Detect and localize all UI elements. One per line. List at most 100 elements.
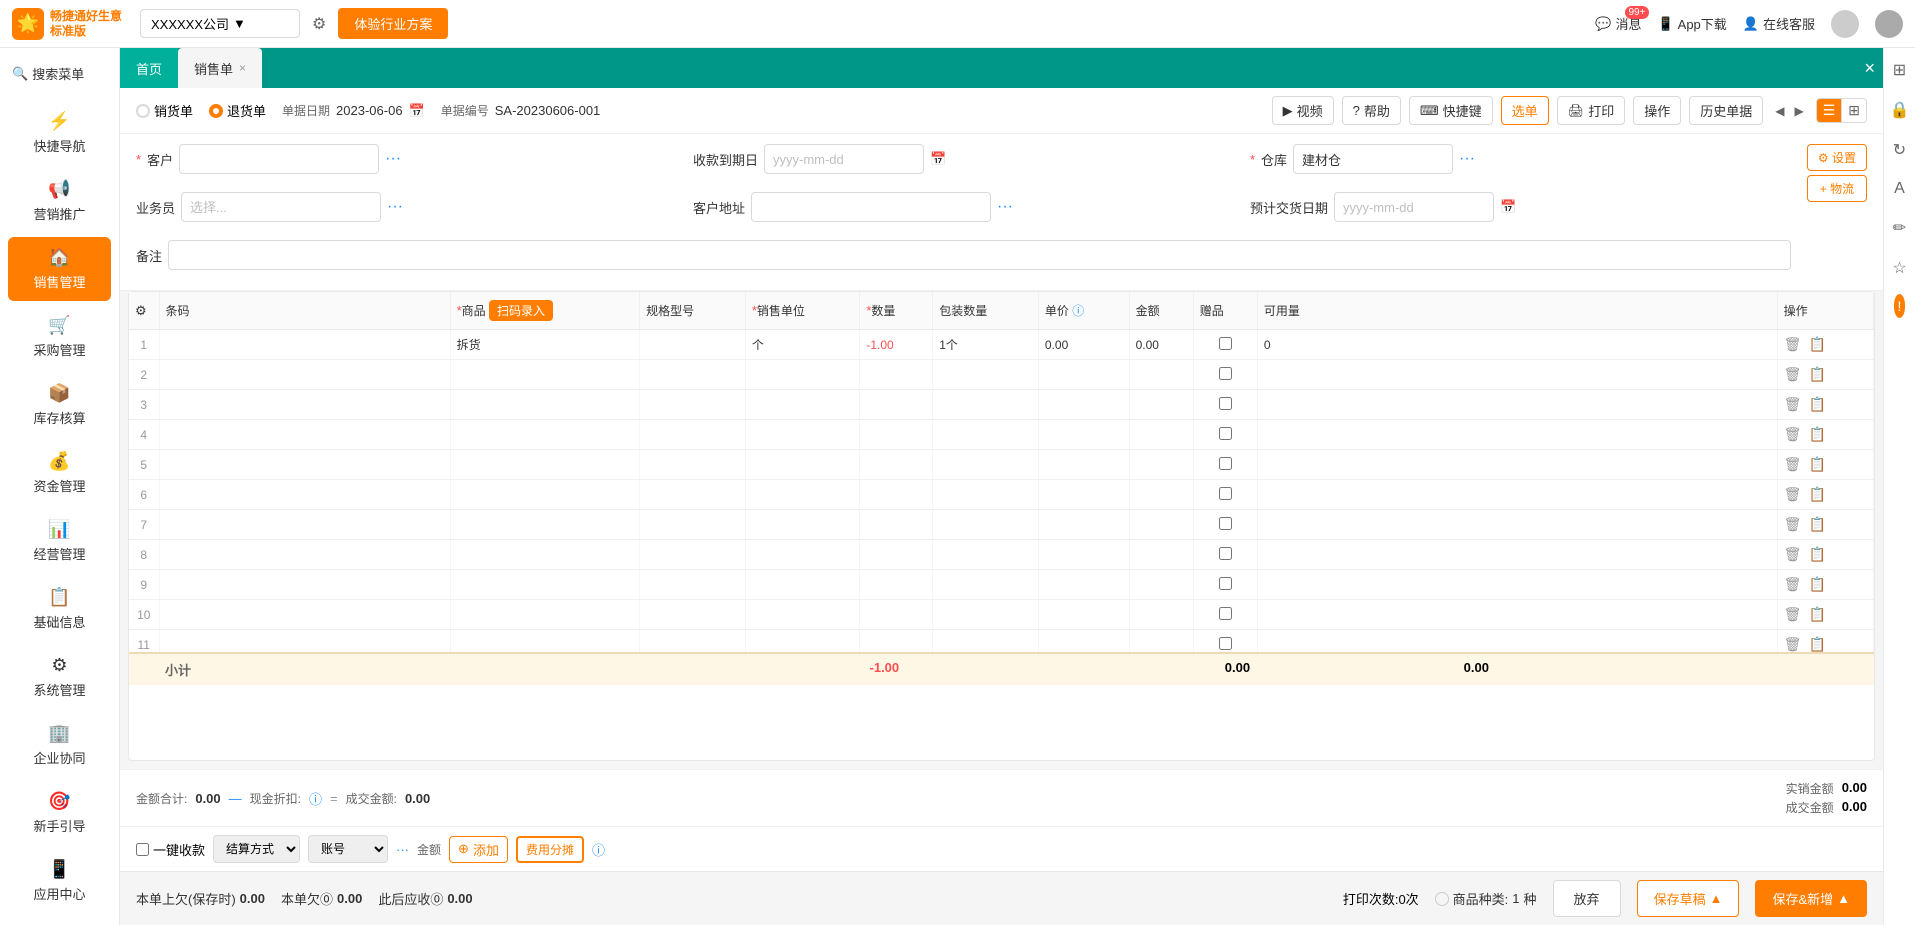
copy-row-btn[interactable]: 📋: [1809, 366, 1826, 382]
list-view-btn[interactable]: ☰: [1817, 99, 1843, 122]
select-btn[interactable]: 选单: [1501, 96, 1549, 125]
help-btn[interactable]: ? 帮助: [1342, 96, 1401, 125]
row-barcode[interactable]: [159, 480, 450, 510]
row-barcode[interactable]: [159, 540, 450, 570]
one-click-payment-label[interactable]: 一键收款: [136, 840, 205, 859]
grid-view-btn[interactable]: ⊞: [1842, 99, 1866, 122]
delete-row-btn[interactable]: 🗑: [1784, 336, 1802, 352]
sidebar-item-quick-nav[interactable]: ⚡ 快捷导航: [8, 101, 111, 165]
payment-date-input[interactable]: [764, 144, 924, 174]
sidebar-item-basic[interactable]: 📋 基础信息: [8, 577, 111, 641]
discount-info-icon[interactable]: ⓘ: [309, 789, 322, 808]
warehouse-dots[interactable]: ···: [1459, 150, 1475, 168]
dots-icon[interactable]: ···: [396, 842, 409, 857]
delete-row-btn[interactable]: 🗑: [1784, 636, 1802, 652]
warehouse-input[interactable]: [1293, 144, 1453, 174]
row-gift[interactable]: [1193, 480, 1257, 510]
logistics-button[interactable]: + 物流: [1807, 175, 1867, 202]
pencil-panel-icon[interactable]: ✏: [1889, 214, 1910, 242]
row-barcode[interactable]: [159, 420, 450, 450]
address-input[interactable]: [751, 192, 991, 222]
shortcut-btn[interactable]: ⌨ 快捷键: [1409, 96, 1493, 125]
row-barcode[interactable]: [159, 600, 450, 630]
sidebar-item-marketing[interactable]: 📢 营销推广: [8, 169, 111, 233]
video-btn[interactable]: ▶ 视频: [1272, 96, 1334, 125]
gear-icon[interactable]: ⚙: [135, 303, 147, 318]
salesman-input[interactable]: [181, 192, 381, 222]
prev-arrow[interactable]: ◀: [1771, 102, 1788, 120]
delete-row-btn[interactable]: 🗑: [1784, 396, 1802, 412]
copy-row-btn[interactable]: 📋: [1809, 546, 1826, 562]
tab-sales-order[interactable]: 销售单 ×: [178, 48, 262, 88]
print-btn[interactable]: 🖨 打印: [1557, 96, 1626, 125]
copy-row-btn[interactable]: 📋: [1809, 396, 1826, 412]
discard-button[interactable]: 放弃: [1553, 880, 1621, 917]
row-barcode[interactable]: [159, 510, 450, 540]
copy-row-btn[interactable]: 📋: [1809, 606, 1826, 622]
refresh-panel-icon[interactable]: ↻: [1889, 136, 1910, 164]
row-barcode[interactable]: [159, 450, 450, 480]
message-button[interactable]: 💬 消息 99+: [1595, 14, 1641, 33]
radio-return-order[interactable]: 退货单: [209, 101, 266, 120]
calendar-icon[interactable]: 📅: [409, 103, 425, 119]
save-draft-button[interactable]: 保存草稿 ▲: [1637, 880, 1740, 917]
grid-panel-icon[interactable]: ⊞: [1889, 56, 1910, 84]
row-gift[interactable]: [1193, 450, 1257, 480]
history-btn[interactable]: 历史单据: [1689, 96, 1763, 125]
expected-calendar-icon[interactable]: 📅: [1500, 199, 1516, 215]
row-gift[interactable]: [1193, 540, 1257, 570]
tab-home[interactable]: 首页: [120, 48, 178, 88]
operation-btn[interactable]: 操作: [1633, 96, 1681, 125]
copy-row-btn[interactable]: 📋: [1809, 636, 1826, 652]
copy-row-btn[interactable]: 📋: [1809, 336, 1826, 352]
star-panel-icon[interactable]: ☆: [1888, 254, 1910, 282]
trial-button[interactable]: 体验行业方案: [338, 8, 448, 39]
settings-button[interactable]: ⚙ 设置: [1807, 144, 1867, 171]
row-gift[interactable]: [1193, 390, 1257, 420]
sidebar-item-operations[interactable]: 📊 经营管理: [8, 509, 111, 573]
sidebar-item-wechat[interactable]: 💬 企业微信: [8, 917, 111, 925]
alert-panel-icon[interactable]: !: [1894, 294, 1906, 318]
sidebar-item-enterprise[interactable]: 🏢 企业协同: [8, 713, 111, 777]
minus-icon[interactable]: —: [229, 791, 242, 806]
scan-button[interactable]: 扫码录入: [489, 300, 553, 321]
customer-input[interactable]: [179, 144, 379, 174]
row-gift[interactable]: [1193, 420, 1257, 450]
sidebar-item-purchase[interactable]: 🛒 采购管理: [8, 305, 111, 369]
fee-info-icon[interactable]: ⓘ: [592, 840, 605, 859]
copy-row-btn[interactable]: 📋: [1809, 576, 1826, 592]
expected-date-input[interactable]: [1334, 192, 1494, 222]
account-select[interactable]: 账号: [308, 835, 388, 863]
avatar2[interactable]: [1875, 10, 1903, 38]
one-click-checkbox[interactable]: [136, 843, 149, 856]
sidebar-item-system[interactable]: ⚙ 系统管理: [8, 645, 111, 709]
calc-method-select[interactable]: 结算方式: [213, 835, 300, 863]
row-barcode[interactable]: [159, 570, 450, 600]
row-barcode[interactable]: [159, 630, 450, 653]
company-selector[interactable]: XXXXXX公司 ▼: [140, 9, 300, 38]
remark-input[interactable]: [168, 240, 1791, 270]
row-gift[interactable]: [1193, 570, 1257, 600]
address-dots[interactable]: ···: [997, 198, 1013, 216]
copy-row-btn[interactable]: 📋: [1809, 486, 1826, 502]
row-gift[interactable]: [1193, 630, 1257, 653]
delete-row-btn[interactable]: 🗑: [1784, 606, 1802, 622]
delete-row-btn[interactable]: 🗑: [1784, 426, 1802, 442]
translate-panel-icon[interactable]: A: [1890, 176, 1909, 202]
sidebar-item-inventory[interactable]: 📦 库存核算: [8, 373, 111, 437]
lock-panel-icon[interactable]: 🔒: [1886, 96, 1914, 124]
row-barcode[interactable]: [159, 360, 450, 390]
row-barcode[interactable]: [159, 330, 450, 360]
delete-row-btn[interactable]: 🗑: [1784, 456, 1802, 472]
row-gift[interactable]: [1193, 510, 1257, 540]
delete-row-btn[interactable]: 🗑: [1784, 576, 1802, 592]
settings-icon[interactable]: ⚙: [308, 10, 330, 38]
payment-calendar-icon[interactable]: 📅: [930, 151, 946, 167]
row-gift[interactable]: [1193, 600, 1257, 630]
radio-sales-order[interactable]: 销货单: [136, 101, 193, 120]
customer-dots[interactable]: ···: [385, 150, 401, 168]
delete-row-btn[interactable]: 🗑: [1784, 366, 1802, 382]
copy-row-btn[interactable]: 📋: [1809, 456, 1826, 472]
delete-row-btn[interactable]: 🗑: [1784, 546, 1802, 562]
avatar[interactable]: [1831, 10, 1859, 38]
